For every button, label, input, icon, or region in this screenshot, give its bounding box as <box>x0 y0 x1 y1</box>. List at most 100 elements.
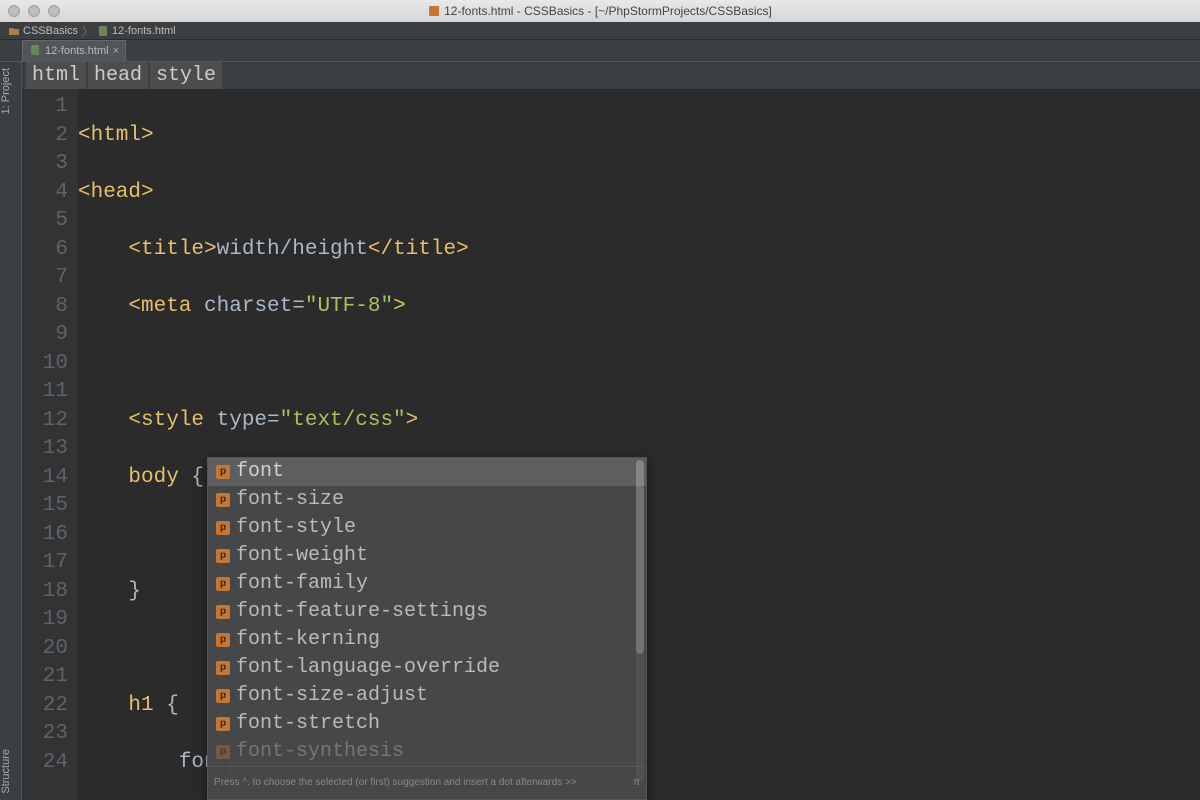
structure-tool-button[interactable]: Structure <box>0 743 21 800</box>
zoom-window-button[interactable] <box>48 5 60 17</box>
property-icon: p <box>216 745 230 759</box>
code-token: <html> <box>78 124 154 147</box>
html-file-icon <box>29 44 41 59</box>
property-icon: p <box>216 633 230 647</box>
completion-item[interactable]: p font-family <box>208 570 646 598</box>
minimize-window-button[interactable] <box>28 5 40 17</box>
completion-item[interactable]: p font-stretch <box>208 710 646 738</box>
completion-item[interactable]: p font-style <box>208 514 646 542</box>
completion-item-label: font-feature-settings <box>236 598 488 626</box>
property-icon: p <box>216 661 230 675</box>
breadcrumb-item[interactable]: head <box>88 62 148 89</box>
line-number: 20 <box>22 635 68 664</box>
line-number: 3 <box>22 150 68 179</box>
tool-window-bar: 1: Project Structure <box>0 62 22 800</box>
property-icon: p <box>216 465 230 479</box>
line-number: 23 <box>22 720 68 749</box>
line-number-gutter: 123456789101112131415161718192021222324 <box>22 89 78 800</box>
nav-project[interactable]: CSSBasics <box>8 25 78 37</box>
line-number: 18 <box>22 578 68 607</box>
code-token: <meta <box>78 295 204 318</box>
code-token: > <box>393 295 406 318</box>
line-number: 21 <box>22 663 68 692</box>
popup-scrollbar-thumb[interactable] <box>636 460 644 654</box>
code-token: </title> <box>368 238 469 261</box>
code-token: > <box>406 409 419 432</box>
close-window-button[interactable] <box>8 5 20 17</box>
code-editor[interactable]: 123456789101112131415161718192021222324 … <box>22 89 1200 800</box>
property-icon: p <box>216 521 230 535</box>
line-number: 5 <box>22 207 68 236</box>
editor-tab[interactable]: 12-fonts.html × <box>22 40 126 61</box>
completion-item-label: font-synthesis <box>236 738 404 766</box>
code-token: } <box>78 580 141 603</box>
app-file-icon <box>428 5 440 17</box>
completion-item[interactable]: p font-size-adjust <box>208 682 646 710</box>
completion-hint-text: Press ^. to choose the selected (or firs… <box>214 769 577 797</box>
folder-icon <box>8 25 20 37</box>
code-token: { <box>166 694 179 717</box>
line-number: 16 <box>22 521 68 550</box>
property-icon: p <box>216 549 230 563</box>
project-tool-button[interactable]: 1: Project <box>0 62 21 120</box>
completion-item[interactable]: p font-kerning <box>208 626 646 654</box>
completion-item[interactable]: pfont <box>208 458 646 486</box>
popup-scrollbar[interactable] <box>636 460 644 783</box>
line-number: 9 <box>22 321 68 350</box>
nav-file[interactable]: 12-fonts.html <box>97 25 176 37</box>
line-number: 7 <box>22 264 68 293</box>
code-token: "text/css" <box>280 409 406 432</box>
property-icon: p <box>216 605 230 619</box>
code-token: <head> <box>78 181 154 204</box>
code-token: h1 <box>78 694 166 717</box>
property-icon: p <box>216 689 230 703</box>
code-token: { <box>191 466 204 489</box>
code-token: type= <box>217 409 280 432</box>
line-number: 19 <box>22 606 68 635</box>
nav-file-label: 12-fonts.html <box>112 25 176 37</box>
line-number: 12 <box>22 407 68 436</box>
property-icon: p <box>216 717 230 731</box>
code-token: "UTF-8" <box>305 295 393 318</box>
window-title-bar: 12-fonts.html - CSSBasics - [~/PhpStormP… <box>0 0 1200 22</box>
completion-item-label: font-family <box>236 570 368 598</box>
completion-item[interactable]: pfont-language-override <box>208 654 646 682</box>
line-number: 17 <box>22 549 68 578</box>
line-number: 13 <box>22 435 68 464</box>
close-tab-button[interactable]: × <box>113 45 119 57</box>
line-number: 6 <box>22 236 68 265</box>
editor-tab-bar: 12-fonts.html × <box>0 40 1200 62</box>
editor-area: html head style 123456789101112131415161… <box>22 62 1200 800</box>
code-token: body <box>78 466 191 489</box>
breadcrumb-item[interactable]: style <box>150 62 222 89</box>
code-token: charset= <box>204 295 305 318</box>
property-icon: p <box>216 577 230 591</box>
traffic-lights <box>8 5 60 17</box>
editor-tab-label: 12-fonts.html <box>45 45 109 57</box>
navigation-bar: CSSBasics 〉 12-fonts.html <box>0 22 1200 40</box>
breadcrumb-item[interactable]: html <box>26 62 86 89</box>
completion-item-label: font-size-adjust <box>236 682 428 710</box>
code-completion-popup[interactable]: pfontpfont-sizepfont-stylepfont-weightpf… <box>207 457 647 800</box>
line-number: 4 <box>22 179 68 208</box>
completion-item[interactable]: p font-synthesis <box>208 738 646 766</box>
line-number: 11 <box>22 378 68 407</box>
completion-item-label: font-stretch <box>236 710 380 738</box>
code-token: width/height <box>217 238 368 261</box>
completion-item-label: font <box>236 458 284 486</box>
line-number: 8 <box>22 293 68 322</box>
chevron-right-icon: 〉 <box>82 23 93 39</box>
code-token: <title> <box>78 238 217 261</box>
completion-item-label: font-style <box>236 514 356 542</box>
completion-hint: Press ^. to choose the selected (or firs… <box>208 766 646 799</box>
completion-item[interactable]: p font-feature-settings <box>208 598 646 626</box>
completion-item[interactable]: pfont-size <box>208 486 646 514</box>
line-number: 14 <box>22 464 68 493</box>
window-title: 12-fonts.html - CSSBasics - [~/PhpStormP… <box>428 4 772 18</box>
completion-item-label: font-kerning <box>236 626 380 654</box>
completion-item-label: font-weight <box>236 542 368 570</box>
breadcrumb: html head style <box>22 62 1200 89</box>
line-number: 15 <box>22 492 68 521</box>
line-number: 24 <box>22 749 68 778</box>
completion-item[interactable]: p font-weight <box>208 542 646 570</box>
